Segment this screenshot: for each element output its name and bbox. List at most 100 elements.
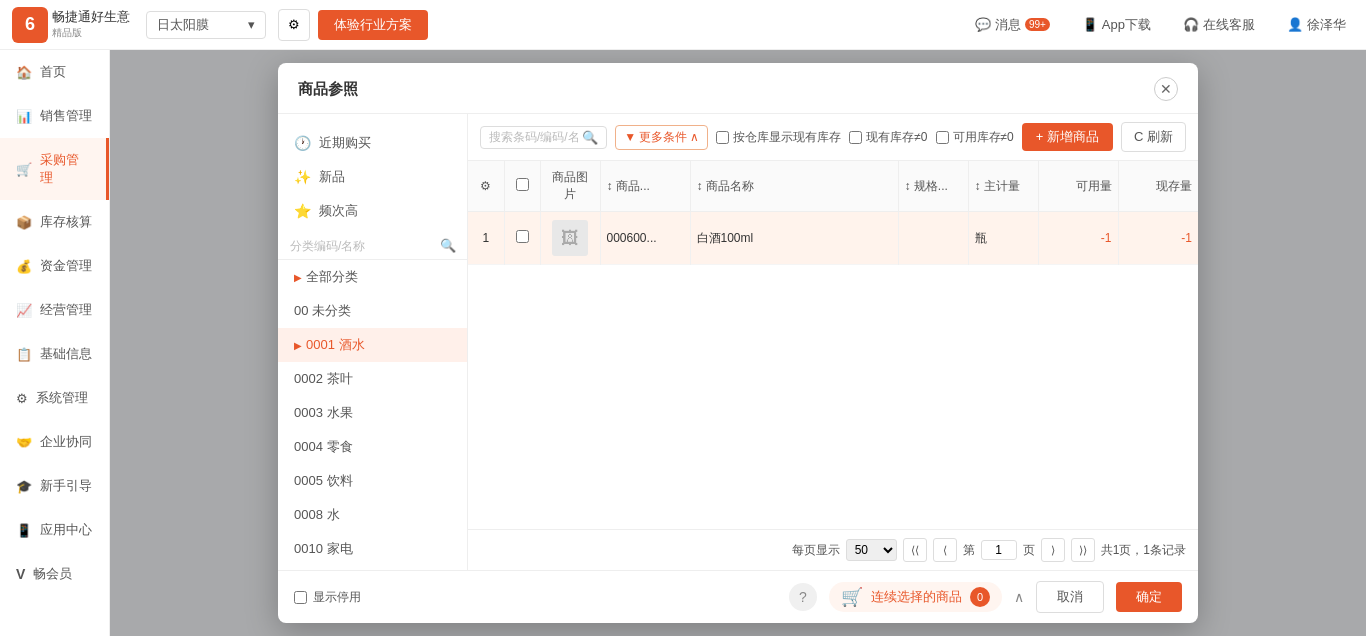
col-checkbox[interactable] [504,161,540,212]
col-name-header[interactable]: ↕ 商品名称 [690,161,898,212]
app-layout: 🏠 首页 📊 销售管理 🛒 采购管理 📦 库存核算 💰 资金管理 📈 经营管理 … [0,50,1366,636]
total-records-label: 共1页，1条记录 [1101,542,1186,559]
sidebar-item-base[interactable]: 📋 基础信息 [0,332,109,376]
sidebar-item-finance[interactable]: 💰 资金管理 [0,244,109,288]
category-0003[interactable]: 0003 水果 [278,396,467,430]
col-code-header[interactable]: ↕ 商品... [600,161,690,212]
show-disabled-checkbox[interactable] [294,591,307,604]
col-spec-header[interactable]: ↕ 规格... [898,161,968,212]
next-page-button[interactable]: ⟩ [1041,538,1065,562]
branch-dropdown[interactable]: 日太阳膜 ▾ [146,11,266,39]
app-label: App下载 [1102,16,1151,34]
available-stock-checkbox-label[interactable]: 可用库存≠0 [936,129,1014,146]
star-icon: ⭐ [294,203,311,219]
modal-left-panel: 🕐 近期购买 ✨ 新品 ⭐ 频次高 [278,114,468,570]
show-disabled-label[interactable]: 显示停用 [294,589,361,606]
col-avail-header: 可用量 [1038,161,1118,212]
filter-button[interactable]: ▼ 更多条件 ∧ [615,125,708,150]
service-label: 在线客服 [1203,16,1255,34]
cancel-button[interactable]: 取消 [1036,581,1104,613]
app-download-button[interactable]: 📱 App下载 [1082,16,1151,34]
cart-label: 连续选择的商品 [871,588,962,606]
modal-close-button[interactable]: ✕ [1154,77,1178,101]
row-image-cell: 🖼 [540,212,600,265]
home-icon: 🏠 [16,65,32,80]
settings-button[interactable]: ⚙ [278,9,310,41]
image-icon: 🖼 [561,228,579,249]
row-checkbox[interactable] [516,230,529,243]
sidebar-label-apps: 应用中心 [40,521,92,539]
per-page-label: 每页显示 [792,542,840,559]
cart-area: 🛒 连续选择的商品 0 [829,582,1002,612]
last-page-button[interactable]: ⟩⟩ [1071,538,1095,562]
category-search-input[interactable] [290,239,440,253]
available-stock-label: 可用库存≠0 [953,129,1014,146]
add-product-button[interactable]: + 新增商品 [1022,123,1113,151]
select-all-checkbox[interactable] [516,178,529,191]
category-0005[interactable]: 0005 饮料 [278,464,467,498]
user-avatar[interactable]: 👤 徐泽华 [1287,16,1346,34]
row-checkbox-cell[interactable] [504,212,540,265]
first-page-button[interactable]: ⟨⟨ [903,538,927,562]
finance-icon: 💰 [16,259,32,274]
per-page-select[interactable]: 20 50 100 200 [846,539,897,561]
sidebar-item-guide[interactable]: 🎓 新手引导 [0,464,109,508]
sidebar-item-vip[interactable]: V 畅会员 [0,552,109,596]
category-0010[interactable]: 0010 家电 [278,532,467,562]
trial-button[interactable]: 体验行业方案 [318,10,428,40]
category-all[interactable]: ▶ 全部分类 [278,260,467,294]
category-0004[interactable]: 0004 零食 [278,430,467,464]
warehouse-stock-checkbox[interactable] [716,131,729,144]
col-settings[interactable]: ⚙ [468,161,504,212]
prev-page-button[interactable]: ⟨ [933,538,957,562]
available-stock-checkbox[interactable] [936,131,949,144]
sidebar-item-inventory[interactable]: 📦 库存核算 [0,200,109,244]
sidebar-item-operations[interactable]: 📈 经营管理 [0,288,109,332]
confirm-button[interactable]: 确定 [1116,582,1182,612]
row-stock: -1 [1118,212,1198,265]
warehouse-stock-checkbox-label[interactable]: 按仓库显示现有库存 [716,129,841,146]
vip-icon: V [16,566,25,582]
modal-right-panel: 🔍 ▼ 更多条件 ∧ 按仓库显示现有库存 [468,114,1198,570]
sidebar-item-apps[interactable]: 📱 应用中心 [0,508,109,552]
filter-collapse-icon: ∧ [690,130,699,144]
refresh-button[interactable]: C 刷新 [1121,122,1186,152]
sidebar-label-guide: 新手引导 [40,477,92,495]
category-0008[interactable]: 0008 水 [278,498,467,532]
quick-frequent[interactable]: ⭐ 频次高 [278,194,467,228]
sidebar-item-sales[interactable]: 📊 销售管理 [0,94,109,138]
category-search-icon[interactable]: 🔍 [440,238,456,253]
category-0002[interactable]: 0002 茶叶 [278,362,467,396]
sidebar-item-purchase[interactable]: 🛒 采购管理 [0,138,109,200]
sidebar-item-collab[interactable]: 🤝 企业协同 [0,420,109,464]
cat-00-label: 00 未分类 [294,302,351,320]
page-label: 第 [963,542,975,559]
table-row[interactable]: 1 🖼 [468,212,1198,265]
category-00[interactable]: 00 未分类 [278,294,467,328]
sidebar-label-purchase: 采购管理 [40,151,90,187]
col-unit-header[interactable]: ↕ 主计量 [968,161,1038,212]
clock-icon: 🕐 [294,135,311,151]
current-stock-checkbox[interactable] [849,131,862,144]
apps-icon: 📱 [16,523,32,538]
product-search-icon[interactable]: 🔍 [582,130,598,145]
help-button[interactable]: ? [789,583,817,611]
category-list: ▶ 全部分类 00 未分类 ▶ 0001 酒水 0002 茶 [278,260,467,562]
collapse-cart-button[interactable]: ∧ [1014,589,1024,605]
quick-new-products[interactable]: ✨ 新品 [278,160,467,194]
top-navigation: 6 畅捷通好生意 精品版 日太阳膜 ▾ ⚙ 体验行业方案 💬 消息 99+ 📱 … [0,0,1366,50]
customer-service-button[interactable]: 🎧 在线客服 [1183,16,1255,34]
category-0001[interactable]: ▶ 0001 酒水 [278,328,467,362]
sidebar-item-home[interactable]: 🏠 首页 [0,50,109,94]
current-stock-checkbox-label[interactable]: 现有库存≠0 [849,129,927,146]
message-button[interactable]: 💬 消息 99+ [975,16,1050,34]
main-sidebar: 🏠 首页 📊 销售管理 🛒 采购管理 📦 库存核算 💰 资金管理 📈 经营管理 … [0,50,110,636]
product-search-input[interactable] [489,130,578,144]
quick-recent-purchases[interactable]: 🕐 近期购买 [278,126,467,160]
base-icon: 📋 [16,347,32,362]
current-page-input[interactable] [981,540,1017,560]
modal-footer: 显示停用 ? 🛒 连续选择的商品 0 ∧ 取消 确定 [278,570,1198,623]
quick-new-label: 新品 [319,168,345,186]
sidebar-item-system[interactable]: ⚙ 系统管理 [0,376,109,420]
system-icon: ⚙ [16,391,28,406]
